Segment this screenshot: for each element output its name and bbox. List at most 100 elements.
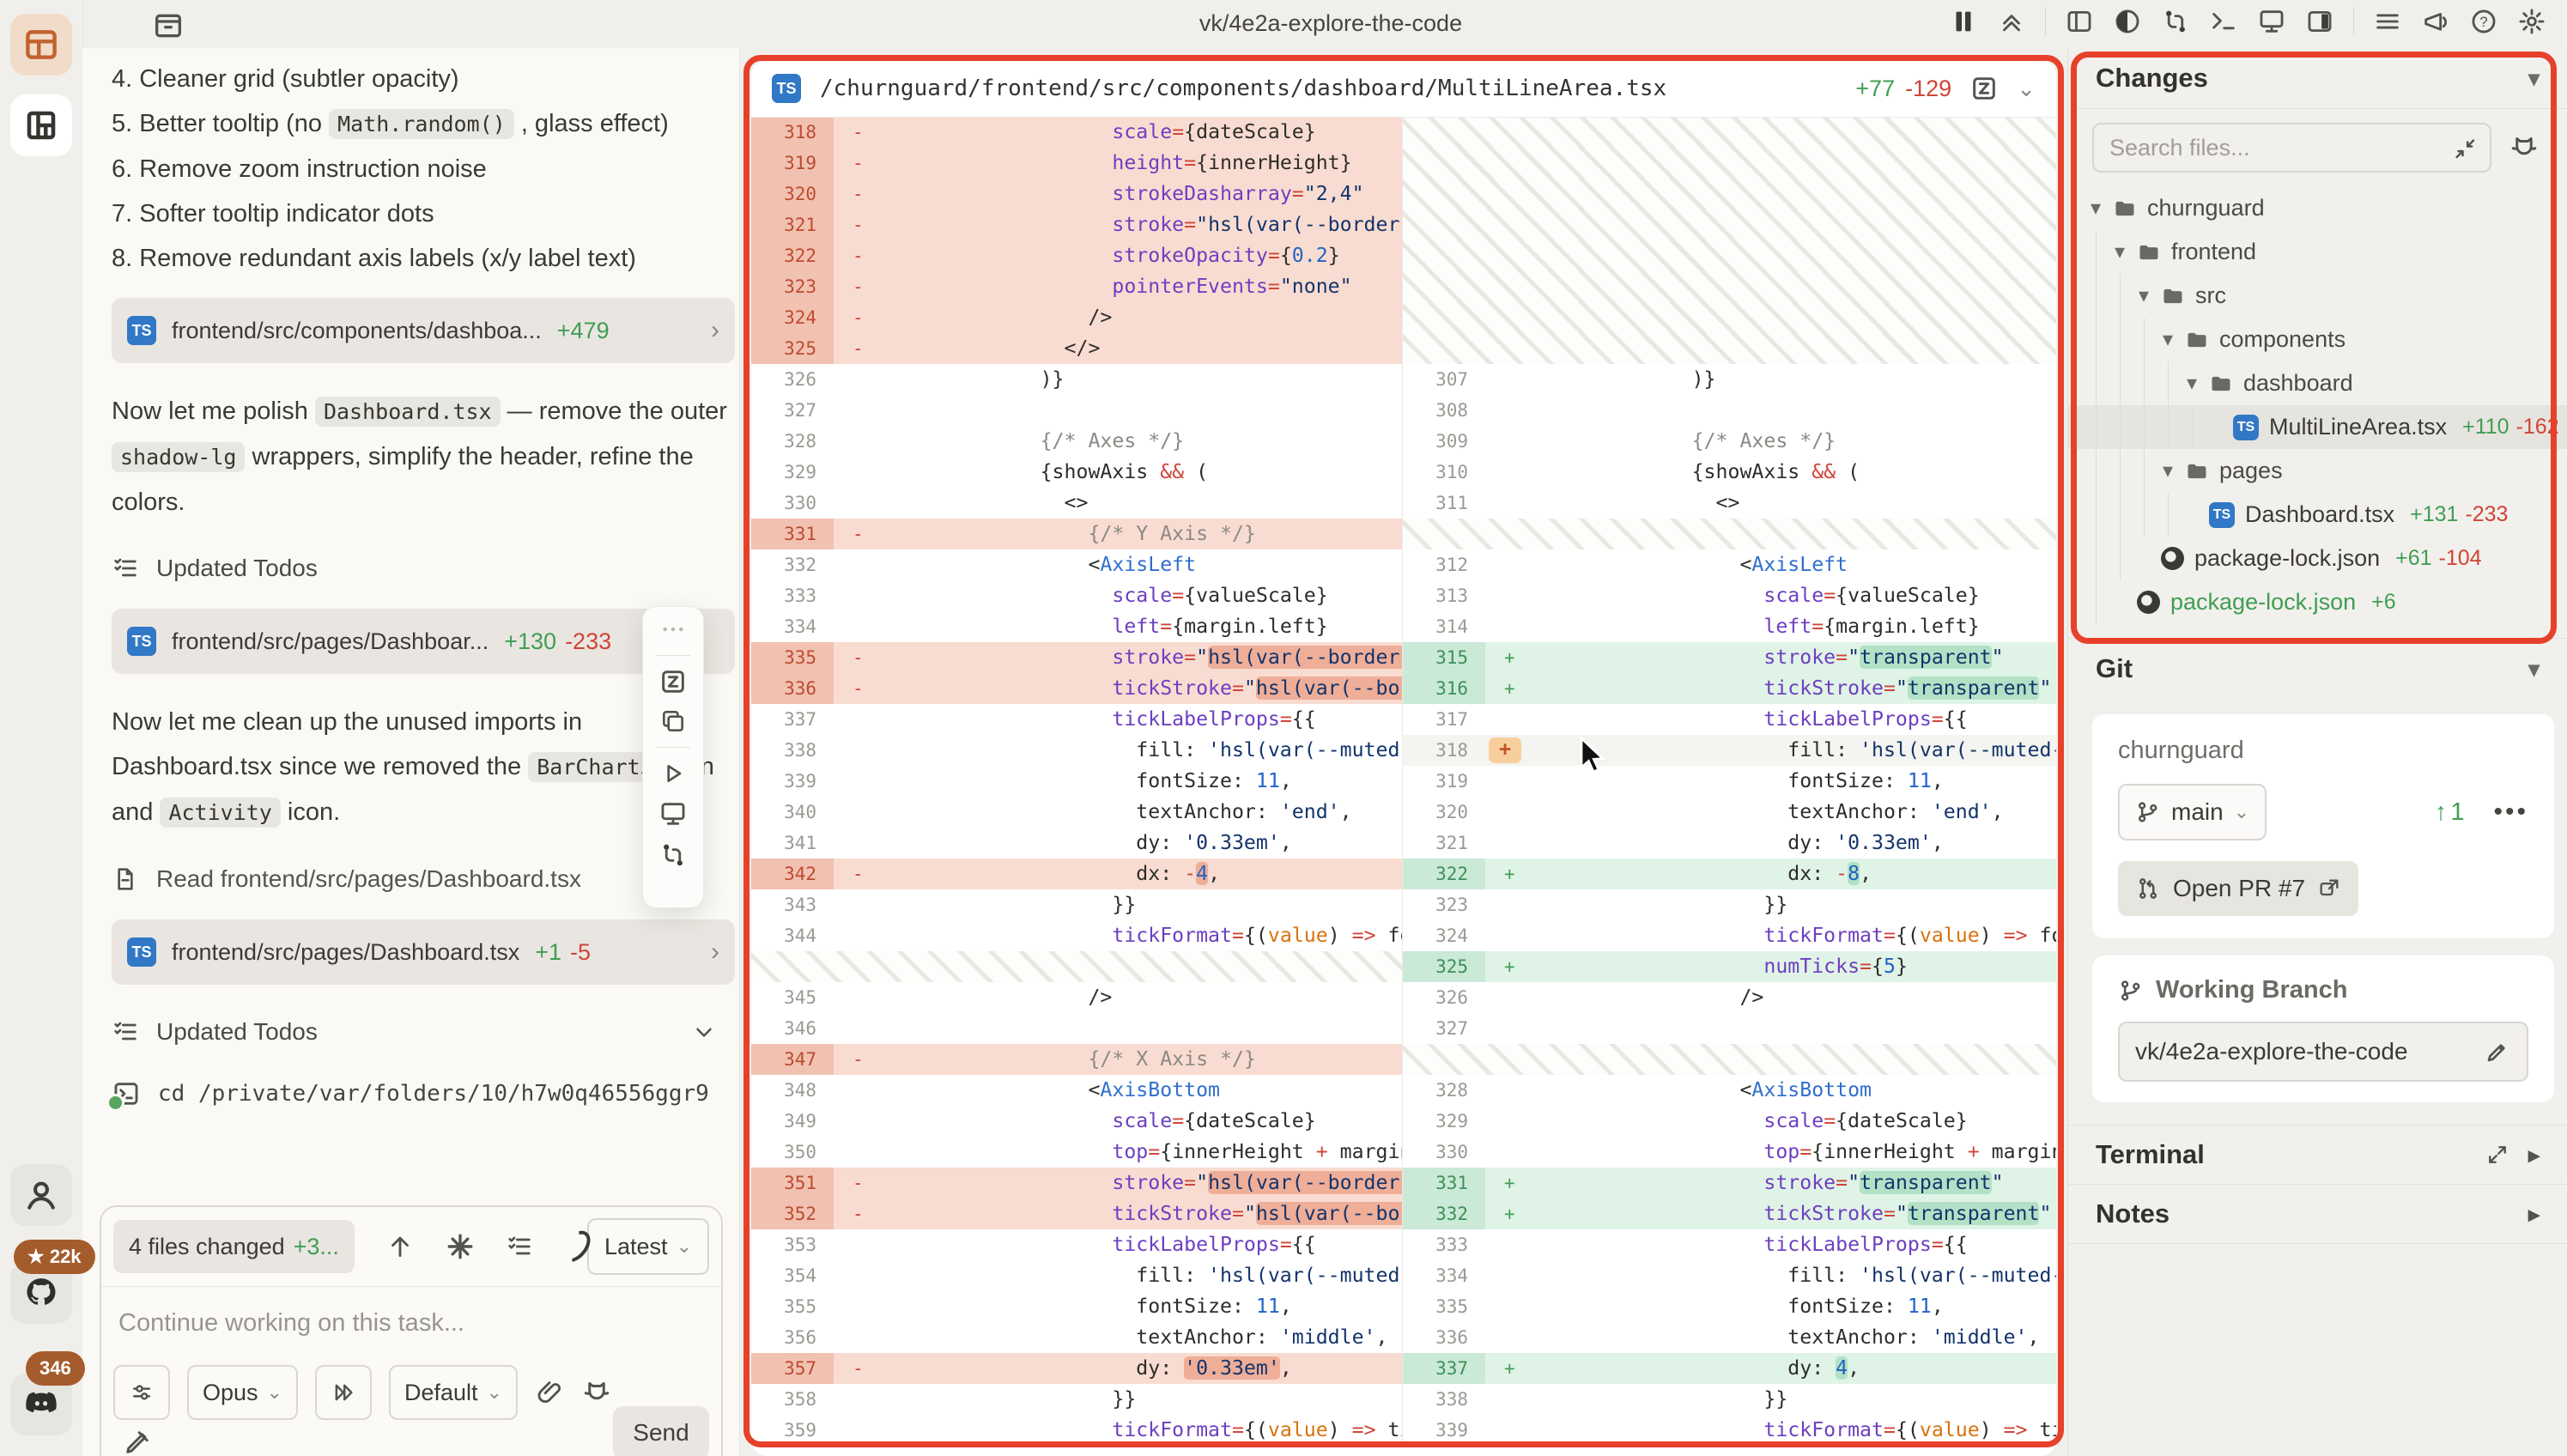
diff-line[interactable]: 334 left={margin.left} <box>751 611 1403 642</box>
diff-line[interactable]: 330 <> <box>751 488 1403 519</box>
diff-line[interactable]: 349 scale={dateScale} <box>751 1106 1403 1137</box>
diff-line[interactable]: 344 tickFormat={(value) => formatValue(v… <box>751 920 1403 951</box>
diff-line[interactable]: 317 tickLabelProps={{ <box>1403 704 2056 735</box>
changes-section-header[interactable]: Changes▾ <box>2068 48 2567 108</box>
terminal-icon[interactable] <box>2209 7 2238 36</box>
diff-line[interactable]: 346 <box>751 1013 1403 1044</box>
caret-down-icon[interactable]: ▾ <box>2163 458 2185 483</box>
pause-icon[interactable] <box>1949 7 1978 36</box>
send-button[interactable]: Send <box>613 1406 709 1456</box>
diff-line[interactable]: 339 fontSize: 11, <box>751 766 1403 797</box>
diff-line[interactable]: 335 - stroke="hsl(var(--border))" <box>751 642 1403 673</box>
diff-line[interactable]: 318 - scale={dateScale} <box>751 117 1403 148</box>
search-input[interactable] <box>2094 124 2490 171</box>
play-icon[interactable] <box>659 760 687 787</box>
diff-line[interactable]: 313 scale={valueScale} <box>1403 580 2056 611</box>
help-icon[interactable]: ? <box>2469 7 2498 36</box>
diff-line[interactable]: 323 - pointerEvents="none" <box>751 271 1403 302</box>
diff-line[interactable]: 312 <AxisLeft <box>1403 549 2056 580</box>
panel-left-icon[interactable] <box>2065 7 2094 36</box>
archive-icon[interactable] <box>151 9 185 43</box>
caret-down-icon[interactable]: ▾ <box>2163 327 2185 352</box>
tree-item-components[interactable]: ▾ components <box>2068 318 2567 361</box>
settings-button[interactable] <box>113 1365 170 1420</box>
latest-dropdown[interactable]: Latest⌄ <box>587 1218 709 1275</box>
diff-line[interactable]: 347 - {/* X Axis */} <box>751 1044 1403 1075</box>
diff-line[interactable]: 350 top={innerHeight + margin.top} <box>751 1137 1403 1168</box>
caret-down-icon[interactable]: ▾ <box>2187 371 2209 396</box>
diff-line[interactable]: 354 fill: 'hsl(var(--muted-foreground))'… <box>751 1260 1403 1291</box>
tree-item-churnguard[interactable]: ▾ churnguard <box>2068 186 2567 230</box>
git-more-button[interactable]: ••• <box>2493 798 2528 827</box>
diff-line[interactable]: 338 }} <box>1403 1384 2056 1415</box>
caret-down-icon[interactable]: ▾ <box>2139 283 2161 308</box>
diff-line[interactable]: 333 scale={valueScale} <box>751 580 1403 611</box>
commits-ahead[interactable]: ↑1 <box>2435 798 2465 827</box>
diff-line[interactable]: 337 tickLabelProps={{ <box>751 704 1403 735</box>
diff-line[interactable]: 325 - </> <box>751 333 1403 364</box>
copy-icon[interactable] <box>659 707 687 735</box>
diff-line[interactable]: 315 + stroke="transparent" <box>1403 642 2056 673</box>
contrast-icon[interactable] <box>2113 7 2142 36</box>
megaphone-icon[interactable] <box>2421 7 2450 36</box>
diff-line[interactable]: 320 - strokeDasharray="2,4" <box>751 179 1403 209</box>
git-section-header[interactable]: Git▾ <box>2068 639 2567 699</box>
tree-item-package-lock-json[interactable]: package-lock.json+6 <box>2068 580 2567 624</box>
diff-line[interactable]: 356 textAnchor: 'middle', <box>751 1322 1403 1353</box>
diff-line[interactable]: 352 - tickStroke="hsl(var(--border))" <box>751 1198 1403 1229</box>
caret-down-icon[interactable]: ▾ <box>2091 196 2113 221</box>
diff-line[interactable]: 319 - height={innerHeight} <box>751 148 1403 179</box>
monitor-icon[interactable] <box>658 799 688 828</box>
rail-board-button[interactable] <box>10 94 72 156</box>
diff-line[interactable]: 309 {/* Axes */} <box>1403 426 2056 457</box>
diff-line[interactable]: 328 {/* Axes */} <box>751 426 1403 457</box>
diff-line[interactable]: 311 <> <box>1403 488 2056 519</box>
diff-line[interactable]: 333 tickLabelProps={{ <box>1403 1229 2056 1260</box>
diff-line[interactable]: 322 + dx: -8, <box>1403 858 2056 889</box>
diff-line[interactable]: 339 tickFormat={(value) => timeFormat('%… <box>1403 1415 2056 1446</box>
git-compare-icon[interactable] <box>658 840 688 870</box>
edit-pencil-icon[interactable] <box>2484 1038 2511 1065</box>
diff-line[interactable]: 343 }} <box>751 889 1403 920</box>
cat-icon[interactable] <box>581 1377 612 1408</box>
tree-item-pages[interactable]: ▾ pages <box>2068 449 2567 493</box>
file-chip[interactable]: TS frontend/src/components/dashboa... +4… <box>112 298 735 363</box>
add-comment-button[interactable]: + <box>1489 737 1521 763</box>
diff-line[interactable]: 334 fill: 'hsl(var(--muted-foreground))'… <box>1403 1260 2056 1291</box>
scroll-up-icon[interactable] <box>385 1232 415 1261</box>
git-compare-icon[interactable] <box>2161 7 2190 36</box>
gear-icon[interactable] <box>2517 7 2546 36</box>
caret-down-icon[interactable]: ▾ <box>2115 240 2137 264</box>
diff-line[interactable]: 329 scale={dateScale} <box>1403 1106 2056 1137</box>
diff-line[interactable]: 324 tickFormat={(value) => formatValue(v… <box>1403 920 2056 951</box>
diff-line[interactable]: 316 + tickStroke="transparent" <box>1403 673 2056 704</box>
diff-line[interactable]: 319 fontSize: 11, <box>1403 766 2056 797</box>
diff-line[interactable]: 358 }} <box>751 1384 1403 1415</box>
diff-line[interactable]: 355 fontSize: 11, <box>751 1291 1403 1322</box>
collapse-tree-icon[interactable] <box>2452 136 2478 161</box>
diff-line[interactable]: 318 + fill: 'hsl(var(--muted-foreground)… <box>1403 735 2056 766</box>
diff-line[interactable]: 320 textAnchor: 'end', <box>1403 797 2056 828</box>
todos-icon[interactable] <box>506 1233 533 1260</box>
diff-line[interactable]: 322 - strokeOpacity={0.2} <box>751 240 1403 271</box>
diff-line[interactable]: 345 /> <box>751 982 1403 1013</box>
diff-line[interactable]: 336 textAnchor: 'middle', <box>1403 1322 2056 1353</box>
updated-todos-row[interactable]: Updated Todos <box>112 1010 732 1053</box>
diff-line[interactable]: 332 + tickStroke="transparent" <box>1403 1198 2056 1229</box>
diff-line[interactable]: 348 <AxisBottom <box>751 1075 1403 1106</box>
chevron-down-icon[interactable] <box>691 1019 717 1045</box>
diff-line[interactable]: 331 + stroke="transparent" <box>1403 1168 2056 1198</box>
diff-line[interactable]: 336 - tickStroke="hsl(var(--border))" <box>751 673 1403 704</box>
rail-workspace-button[interactable] <box>10 14 72 76</box>
tree-item-frontend[interactable]: ▾ frontend <box>2068 230 2567 274</box>
diff-line[interactable]: 326 /> <box>1403 982 2056 1013</box>
terminal-section-header[interactable]: Terminal ▸ <box>2068 1125 2567 1184</box>
diff-line[interactable]: 327 <box>1403 1013 2056 1044</box>
terminal-command-row[interactable]: cd /private/var/folders/10/h7w0q46556ggr… <box>112 1072 732 1115</box>
diff-line[interactable]: 351 - stroke="hsl(var(--border))" <box>751 1168 1403 1198</box>
tree-item-package-lock-json[interactable]: package-lock.json+61-104 <box>2068 537 2567 580</box>
tree-item-multilinearea-tsx[interactable]: TSMultiLineArea.tsx+110-162 <box>2068 405 2567 449</box>
diff-line[interactable]: 340 textAnchor: 'end', <box>751 797 1403 828</box>
diff-line[interactable]: 332 <AxisLeft <box>751 549 1403 580</box>
updated-todos-row[interactable]: Updated Todos <box>112 547 732 590</box>
